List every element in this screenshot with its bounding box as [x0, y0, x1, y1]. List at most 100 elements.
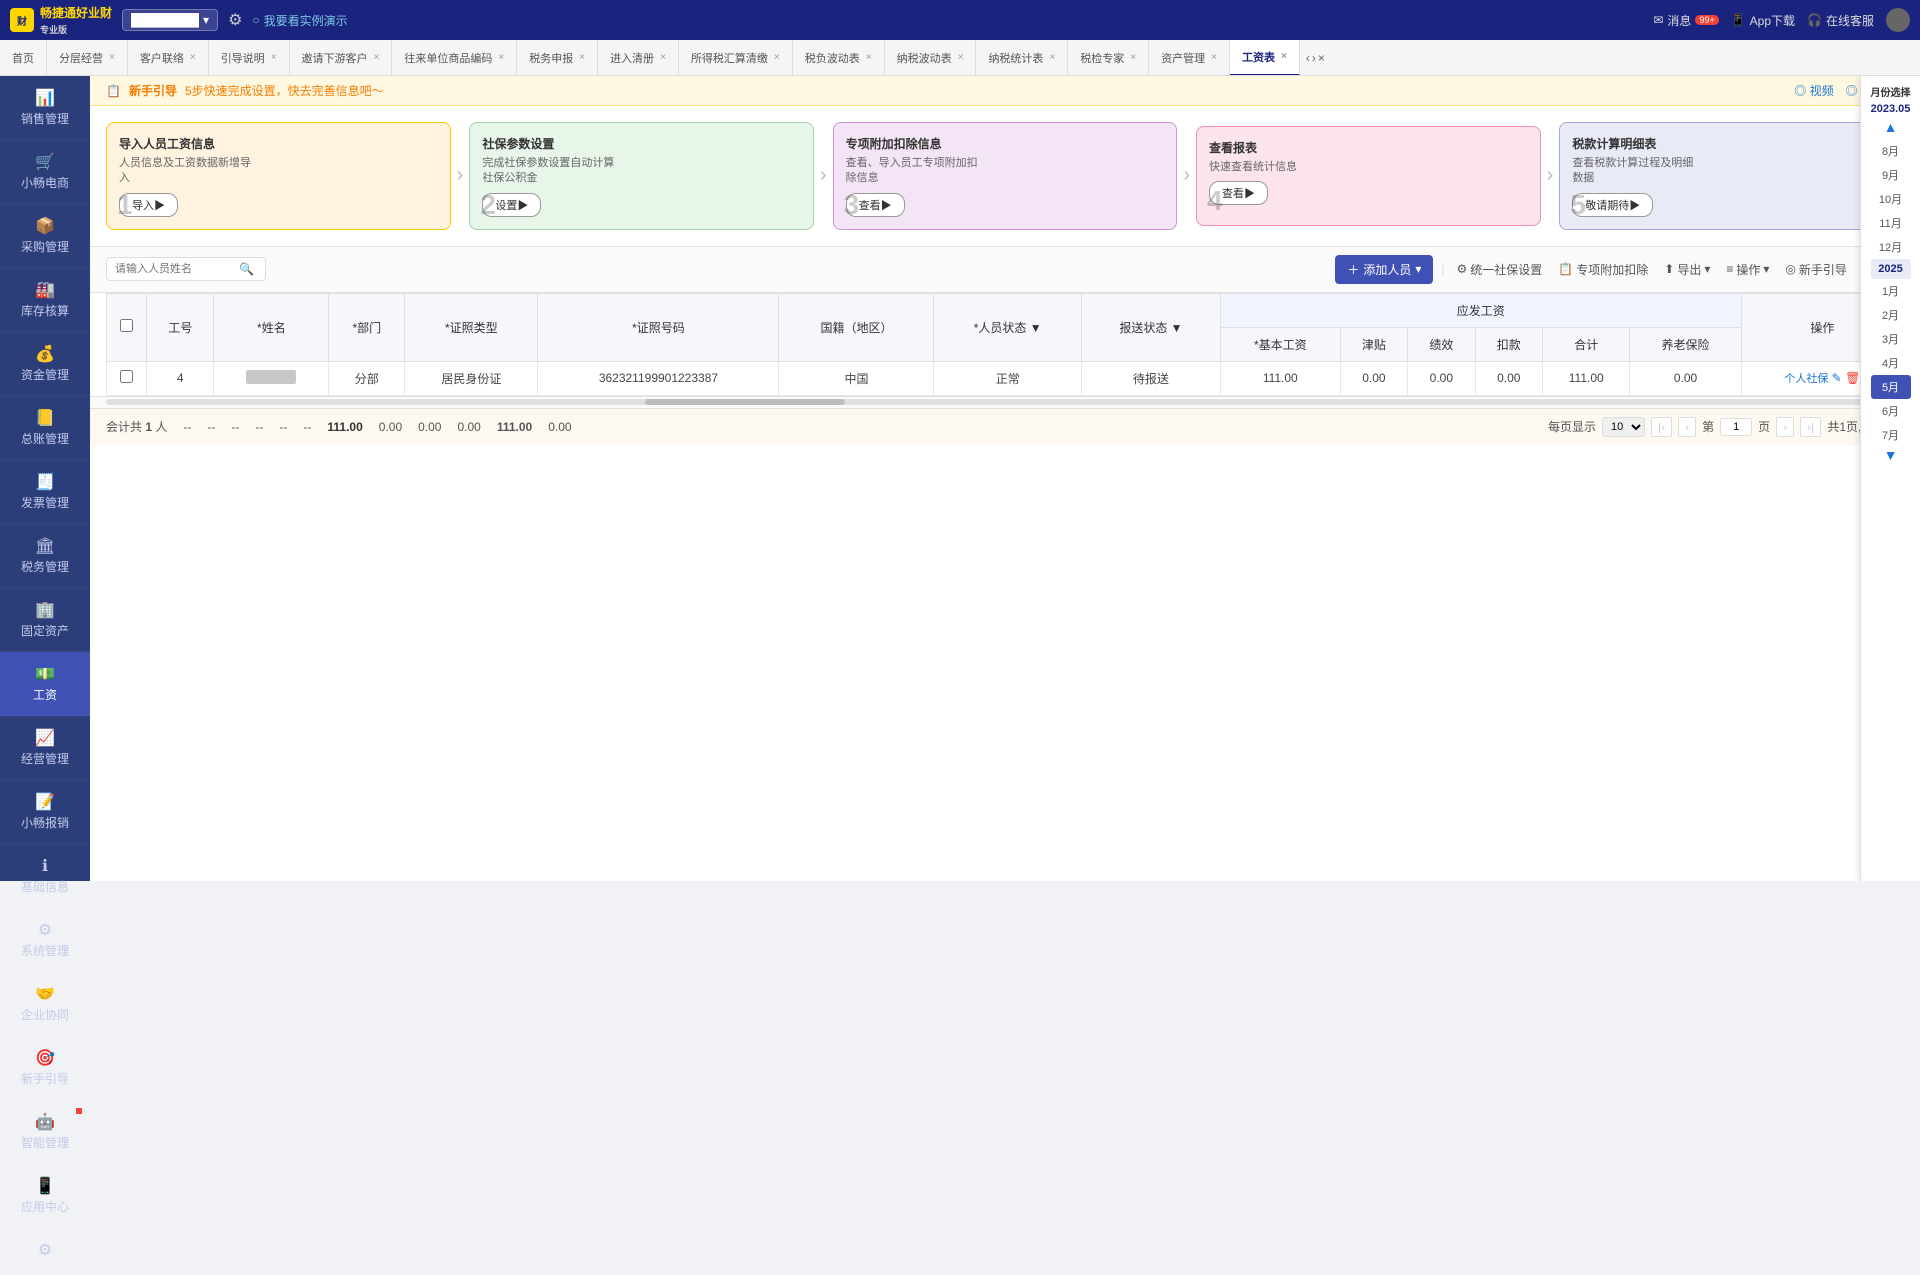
tab-tax-exempt[interactable]: 税负波动表 ×	[793, 40, 885, 76]
send-status-filter-icon[interactable]: ▼	[1171, 321, 1183, 335]
sidebar-item-report[interactable]: 📝 小畅报销	[0, 780, 90, 844]
toolbar-special-deduction[interactable]: 📋 专项附加扣除	[1554, 261, 1652, 278]
tab-close-icon[interactable]: ×	[660, 52, 666, 63]
page-prev-btn[interactable]: ‹	[1678, 417, 1696, 437]
month-down-icon[interactable]: ▼	[1884, 447, 1898, 463]
sidebar-item-purchase[interactable]: 📦 采购管理	[0, 204, 90, 268]
select-all-checkbox[interactable]	[120, 319, 133, 332]
month-2[interactable]: 2月	[1871, 303, 1911, 327]
cell-pension: 0.00	[1630, 361, 1741, 395]
sidebar-item-newguide[interactable]: 🎯 新手引导	[0, 1036, 90, 1100]
online-service-btn[interactable]: 🎧 在线客服	[1807, 12, 1874, 29]
sidebar-item-ledger[interactable]: 📒 总账管理	[0, 396, 90, 460]
sidebar-item-invoice[interactable]: 🧾 发票管理	[0, 460, 90, 524]
tab-tax-stat[interactable]: 纳税波动表 ×	[885, 40, 977, 76]
tab-home[interactable]: 首页	[0, 40, 47, 76]
month-8[interactable]: 8月	[1871, 139, 1911, 163]
tab-tax-calc[interactable]: 所得税汇算清缴 ×	[679, 40, 793, 76]
tab-close-icon[interactable]: ×	[374, 52, 380, 63]
month-9[interactable]: 9月	[1871, 163, 1911, 187]
tab-tax-expert[interactable]: 税检专家 ×	[1068, 40, 1149, 76]
tab-guide[interactable]: 引导说明 ×	[209, 40, 290, 76]
sidebar-item-fixed-asset[interactable]: 🏢 固定资产	[0, 588, 90, 652]
company-select[interactable]: ████████ ▾	[122, 9, 218, 31]
page-first-btn[interactable]: |‹	[1651, 417, 1672, 437]
add-person-btn[interactable]: ＋ 添加人员 ▾	[1335, 255, 1433, 284]
video-link[interactable]: ◎ 视频	[1794, 82, 1833, 99]
delete-icon[interactable]: 🗑	[1845, 371, 1860, 385]
sidebar-item-finance[interactable]: 💰 资金管理	[0, 332, 90, 396]
sidebar-item-smart[interactable]: 🤖 智能管理	[0, 1100, 90, 1164]
sidebar-item-salary[interactable]: 💵 工资	[0, 652, 90, 716]
tab-partition[interactable]: 分层经营 ×	[47, 40, 128, 76]
search-input[interactable]	[115, 263, 235, 275]
scrollbar-thumb[interactable]	[645, 399, 845, 405]
sidebar-item-settings-bottom[interactable]: ⚙	[0, 1228, 90, 1275]
tab-close-icon[interactable]: ×	[190, 52, 196, 63]
scrollbar-track[interactable]	[106, 399, 1904, 405]
page-next-btn[interactable]: ›	[1776, 417, 1794, 437]
toolbar-operations[interactable]: ≡ 操作 ▾	[1722, 261, 1773, 278]
status-filter-icon[interactable]: ▼	[1030, 321, 1042, 335]
month-12[interactable]: 12月	[1871, 235, 1911, 259]
sidebar-item-appcenter[interactable]: 📱 应用中心	[0, 1164, 90, 1228]
toolbar-social-settings[interactable]: ⚙ 统一社保设置	[1453, 261, 1547, 278]
tab-invite[interactable]: 邀请下游客户 ×	[290, 40, 393, 76]
sidebar-item-system[interactable]: ⚙ 系统管理	[0, 908, 90, 972]
month-year-2025[interactable]: 2025	[1871, 259, 1911, 279]
tab-asset[interactable]: 资产管理 ×	[1149, 40, 1230, 76]
toolbar-new-guide[interactable]: ◎ 新手引导	[1781, 261, 1851, 278]
app-download-btn[interactable]: 📱 App下载	[1731, 12, 1795, 29]
row-checkbox[interactable]	[120, 370, 133, 383]
month-11[interactable]: 11月	[1871, 211, 1911, 235]
tab-close-icon[interactable]: ×	[1281, 51, 1287, 62]
logo-icon: 财	[10, 8, 34, 32]
tab-close-icon[interactable]: ×	[1130, 52, 1136, 63]
tab-close-icon[interactable]: ×	[109, 52, 115, 63]
search-icon[interactable]: 🔍	[239, 262, 254, 276]
page-last-btn[interactable]: ›|	[1800, 417, 1821, 437]
tab-salary[interactable]: 工资表 ×	[1230, 40, 1300, 76]
tab-close-icon[interactable]: ×	[774, 52, 780, 63]
month-3[interactable]: 3月	[1871, 327, 1911, 351]
tab-next-arrow[interactable]: ›	[1312, 51, 1316, 65]
month-up-icon[interactable]: ▲	[1884, 119, 1898, 135]
action-social-insurance[interactable]: 个人社保	[1784, 373, 1828, 385]
tab-close-icon[interactable]: ×	[271, 52, 277, 63]
sidebar-item-operation[interactable]: 📈 经营管理	[0, 716, 90, 780]
month-5[interactable]: 5月	[1871, 375, 1911, 399]
tab-close-icon[interactable]: ×	[866, 52, 872, 63]
month-1[interactable]: 1月	[1871, 279, 1911, 303]
avatar[interactable]	[1886, 8, 1910, 32]
month-10[interactable]: 10月	[1871, 187, 1911, 211]
sidebar-item-tax[interactable]: 🏛 税务管理	[0, 524, 90, 588]
sidebar-item-ecommerce[interactable]: 🛒 小畅电商	[0, 140, 90, 204]
month-6[interactable]: 6月	[1871, 399, 1911, 423]
tab-goods[interactable]: 往来单位商品编码 ×	[392, 40, 517, 76]
month-4[interactable]: 4月	[1871, 351, 1911, 375]
message-btn[interactable]: ✉ 消息 99+	[1653, 12, 1718, 29]
month-7[interactable]: 7月	[1871, 423, 1911, 447]
toolbar-export[interactable]: ⬆ 导出 ▾	[1660, 261, 1714, 278]
tab-prev-arrow[interactable]: ‹	[1306, 51, 1310, 65]
sidebar-item-inventory[interactable]: 🏭 库存核算	[0, 268, 90, 332]
tab-clearbook[interactable]: 进入清册 ×	[598, 40, 679, 76]
page-input[interactable]	[1720, 418, 1752, 436]
sidebar-item-sales[interactable]: 📊 销售管理	[0, 76, 90, 140]
tab-close-icon[interactable]: ×	[579, 52, 585, 63]
edit-icon[interactable]: ✎	[1832, 371, 1842, 385]
tab-customer[interactable]: 客户联络 ×	[128, 40, 209, 76]
tab-tax-report[interactable]: 税务申报 ×	[517, 40, 598, 76]
tab-close-icon[interactable]: ×	[1211, 52, 1217, 63]
tab-close-icon[interactable]: ×	[1049, 52, 1055, 63]
sidebar-item-basic[interactable]: ℹ 基础信息	[0, 844, 90, 908]
page-size-select[interactable]: 10 20 50	[1602, 417, 1645, 437]
demo-btn[interactable]: ○ 我要看实例演示	[252, 12, 347, 29]
tab-tax-count[interactable]: 纳税统计表 ×	[976, 40, 1068, 76]
col-allowance: 津贴	[1340, 327, 1407, 361]
tab-close-all-icon[interactable]: ×	[1318, 51, 1325, 65]
sidebar-item-coop[interactable]: 🤝 企业协同	[0, 972, 90, 1036]
tab-close-icon[interactable]: ×	[498, 52, 504, 63]
settings-icon[interactable]: ⚙	[222, 10, 248, 30]
tab-close-icon[interactable]: ×	[958, 52, 964, 63]
